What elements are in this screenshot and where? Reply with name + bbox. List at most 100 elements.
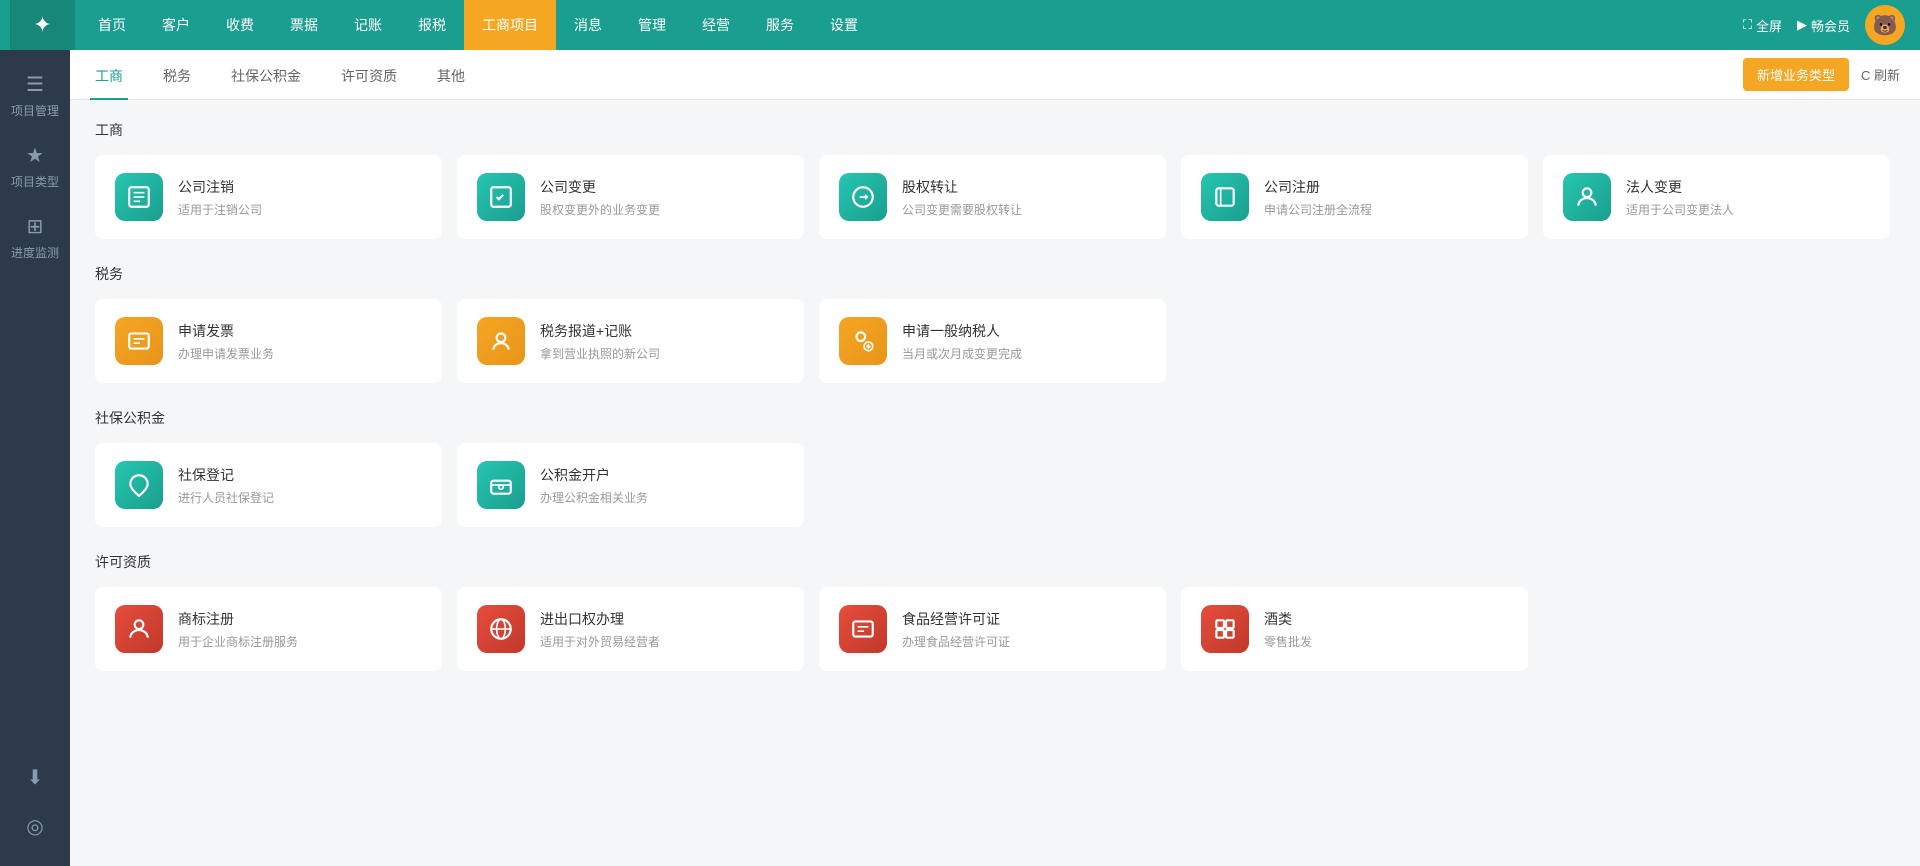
housing-fund-icon	[477, 461, 525, 509]
nav-fee[interactable]: 收费	[208, 0, 272, 50]
gongshang-cards: 公司注销 适用于注销公司 公司变更 股权变更外的业务变更	[95, 155, 1895, 239]
company-change-title: 公司变更	[540, 177, 784, 197]
shuiwu-cards: 申请发票 办理申请发票业务 税务报道+记账 拿到营业执照的新公司	[95, 299, 1895, 383]
card-company-cancel[interactable]: 公司注销 适用于注销公司	[95, 155, 442, 239]
company-register-title: 公司注册	[1264, 177, 1508, 197]
settings-icon: ◎	[26, 814, 43, 839]
food-license-icon	[839, 605, 887, 653]
apply-taxpayer-icon	[839, 317, 887, 365]
add-business-type-button[interactable]: 新增业务类型	[1743, 58, 1849, 91]
sidebar-settings[interactable]: ◎	[0, 802, 70, 851]
equity-transfer-icon	[839, 173, 887, 221]
tax-bookkeep-title: 税务报道+记账	[540, 321, 784, 341]
import-export-icon	[477, 605, 525, 653]
card-apply-taxpayer[interactable]: 申请一般纳税人 当月或次月成变更完成	[819, 299, 1166, 383]
alcohol-desc: 零售批发	[1264, 633, 1508, 650]
nav-tax[interactable]: 报税	[400, 0, 464, 50]
apply-taxpayer-info: 申请一般纳税人 当月或次月成变更完成	[902, 321, 1146, 362]
card-import-export[interactable]: 进出口权办理 适用于对外贸易经营者	[457, 587, 804, 671]
nav-ticket[interactable]: 票据	[272, 0, 336, 50]
company-change-icon	[477, 173, 525, 221]
company-cancel-title: 公司注销	[178, 177, 422, 197]
tab-bar: 工商 税务 社保公积金 许可资质 其他 新增业务类型 C 刷新	[70, 50, 1920, 100]
download-icon: ⬇	[27, 765, 44, 790]
tab-gongshang[interactable]: 工商	[90, 66, 128, 100]
card-housing-fund[interactable]: 公积金开户 办理公积金相关业务	[457, 443, 804, 527]
user-avatar[interactable]: 🐻	[1865, 5, 1905, 45]
nav-home[interactable]: 首页	[80, 0, 144, 50]
apply-invoice-title: 申请发票	[178, 321, 422, 341]
legal-change-desc: 适用于公司变更法人	[1626, 201, 1870, 218]
shebao-section-title: 社保公积金	[95, 408, 1895, 428]
gongshang-section-title: 工商	[95, 120, 1895, 140]
housing-fund-info: 公积金开户 办理公积金相关业务	[540, 465, 784, 506]
alcohol-title: 酒类	[1264, 609, 1508, 629]
project-manage-icon: ☰	[26, 72, 44, 97]
trademark-icon	[115, 605, 163, 653]
tab-shuiwu[interactable]: 税务	[158, 66, 196, 100]
nav-manage[interactable]: 管理	[620, 0, 684, 50]
card-trademark[interactable]: 商标注册 用于企业商标注册服务	[95, 587, 442, 671]
sidebar-download[interactable]: ⬇	[0, 753, 70, 802]
xuke-section-title: 许可资质	[95, 552, 1895, 572]
nav-bookkeep[interactable]: 记账	[336, 0, 400, 50]
sidebar-item-project-manage[interactable]: ☰ 项目管理	[0, 60, 70, 131]
tabs: 工商 税务 社保公积金 许可资质 其他	[90, 50, 470, 99]
progress-icon: ⊞	[27, 214, 44, 239]
card-company-register[interactable]: 公司注册 申请公司注册全流程	[1181, 155, 1528, 239]
tax-bookkeep-info: 税务报道+记账 拿到营业执照的新公司	[540, 321, 784, 362]
fullscreen-label: 全屏	[1756, 16, 1782, 35]
nav-message[interactable]: 消息	[556, 0, 620, 50]
trademark-title: 商标注册	[178, 609, 422, 629]
company-cancel-desc: 适用于注销公司	[178, 201, 422, 218]
sidebar-item-progress[interactable]: ⊞ 进度监测	[0, 202, 70, 273]
company-register-desc: 申请公司注册全流程	[1264, 201, 1508, 218]
apply-taxpayer-title: 申请一般纳税人	[902, 321, 1146, 341]
alcohol-icon	[1201, 605, 1249, 653]
import-export-desc: 适用于对外贸易经营者	[540, 633, 784, 650]
trademark-info: 商标注册 用于企业商标注册服务	[178, 609, 422, 650]
sidebar-bottom: ⬇ ◎	[0, 753, 70, 866]
xuke-cards: 商标注册 用于企业商标注册服务 进出口权办理 适用于对外贸易经营者	[95, 587, 1895, 671]
equity-transfer-desc: 公司变更需要股权转让	[902, 201, 1146, 218]
vip-label: 畅会员	[1811, 16, 1850, 35]
trademark-desc: 用于企业商标注册服务	[178, 633, 422, 650]
tab-shebao[interactable]: 社保公积金	[226, 66, 306, 100]
sidebar-item-project-type[interactable]: ★ 项目类型	[0, 131, 70, 202]
company-change-desc: 股权变更外的业务变更	[540, 201, 784, 218]
scroll-content: 工商 公司注销 适用于注销公司 公司变更	[70, 100, 1920, 866]
card-alcohol[interactable]: 酒类 零售批发	[1181, 587, 1528, 671]
nav-menu: 首页 客户 收费 票据 记账 报税 工商项目 消息 管理 经营 服务 设置	[80, 0, 1743, 50]
fullscreen-button[interactable]: ⛶ 全屏	[1743, 16, 1782, 35]
top-navigation: ✦ 首页 客户 收费 票据 记账 报税 工商项目 消息 管理 经营 服务 设置 …	[0, 0, 1920, 50]
food-license-info: 食品经营许可证 办理食品经营许可证	[902, 609, 1146, 650]
card-equity-transfer[interactable]: 股权转让 公司变更需要股权转让	[819, 155, 1166, 239]
company-register-icon	[1201, 173, 1249, 221]
vip-icon: ▶	[1797, 17, 1807, 33]
card-tax-bookkeep[interactable]: 税务报道+记账 拿到营业执照的新公司	[457, 299, 804, 383]
fullscreen-icon: ⛶	[1743, 17, 1752, 33]
tab-other[interactable]: 其他	[432, 66, 470, 100]
card-apply-invoice[interactable]: 申请发票 办理申请发票业务	[95, 299, 442, 383]
apply-invoice-icon	[115, 317, 163, 365]
nav-service[interactable]: 服务	[748, 0, 812, 50]
refresh-button[interactable]: C 刷新	[1861, 65, 1900, 84]
card-food-license[interactable]: 食品经营许可证 办理食品经营许可证	[819, 587, 1166, 671]
card-social-insurance[interactable]: 社保登记 进行人员社保登记	[95, 443, 442, 527]
nav-operation[interactable]: 经营	[684, 0, 748, 50]
logo: ✦	[10, 0, 75, 50]
food-license-desc: 办理食品经营许可证	[902, 633, 1146, 650]
sidebar-progress-label: 进度监测	[11, 244, 59, 261]
card-legal-change[interactable]: 法人变更 适用于公司变更法人	[1543, 155, 1890, 239]
legal-change-icon	[1563, 173, 1611, 221]
vip-button[interactable]: ▶ 畅会员	[1797, 16, 1850, 35]
sidebar-project-manage-label: 项目管理	[11, 102, 59, 119]
nav-settings[interactable]: 设置	[812, 0, 876, 50]
social-insurance-desc: 进行人员社保登记	[178, 489, 422, 506]
nav-customer[interactable]: 客户	[144, 0, 208, 50]
nav-business[interactable]: 工商项目	[464, 0, 556, 50]
tab-xuke[interactable]: 许可资质	[336, 66, 402, 100]
content-area: 工商 税务 社保公积金 许可资质 其他 新增业务类型 C 刷新 工商	[70, 50, 1920, 866]
tax-bookkeep-icon	[477, 317, 525, 365]
card-company-change[interactable]: 公司变更 股权变更外的业务变更	[457, 155, 804, 239]
